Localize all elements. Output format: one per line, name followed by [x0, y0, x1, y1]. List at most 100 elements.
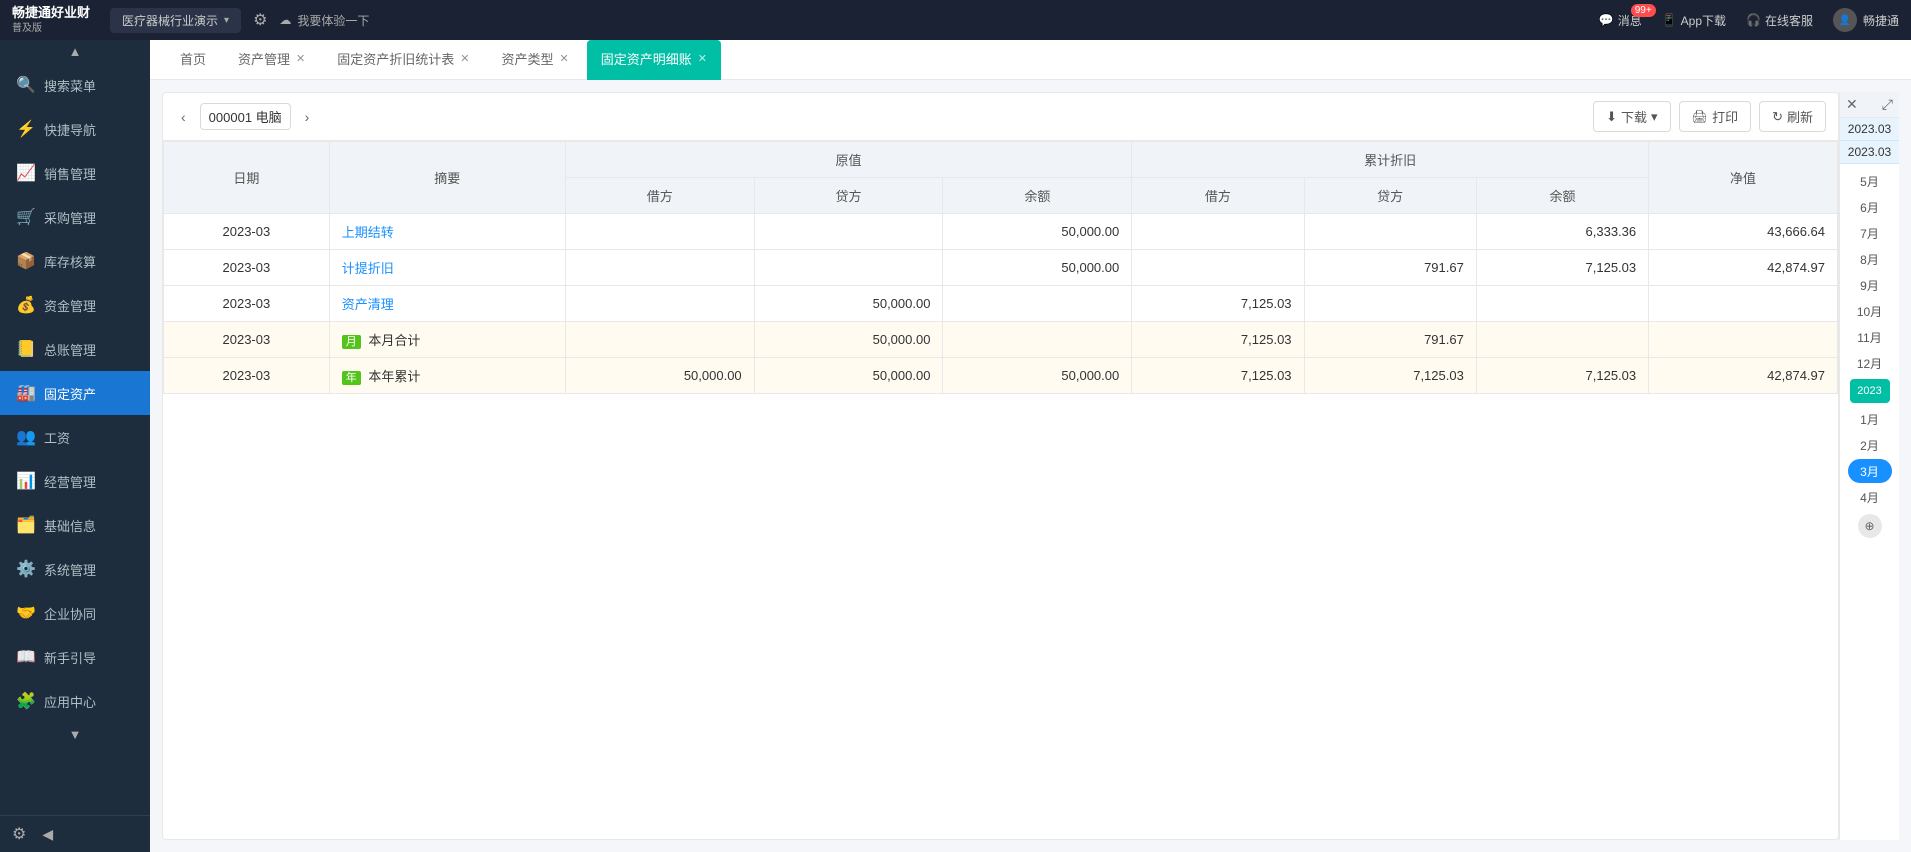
sidebar-item-quicknav[interactable]: ⚡ 快捷导航 [0, 107, 150, 151]
download-icon: ⬇ [1606, 109, 1617, 125]
refresh-btn[interactable]: ↻ 刷新 [1759, 101, 1826, 132]
tab-close-asset-type[interactable]: ✕ [560, 52, 569, 65]
bar-chart-icon: 📊 [16, 471, 36, 491]
col-accum-credit: 贷方 [1304, 178, 1476, 214]
month-11[interactable]: 11月 [1848, 325, 1892, 349]
month-12[interactable]: 12月 [1848, 351, 1892, 375]
user-info[interactable]: 👤 畅捷通 [1833, 8, 1899, 32]
chart-icon: 📈 [16, 163, 36, 183]
sidebar-item-ledger[interactable]: 📒 总账管理 [0, 327, 150, 371]
tab-home[interactable]: 首页 [166, 40, 220, 80]
month-9[interactable]: 9月 [1848, 273, 1892, 297]
experience-btn[interactable]: ☁ 我要体验一下 [279, 12, 369, 29]
year-2023-badge[interactable]: 2023 [1850, 379, 1890, 403]
refresh-icon: ↻ [1772, 109, 1783, 125]
tab-close-depreciation-stats[interactable]: ✕ [460, 52, 469, 65]
settings-icon[interactable]: ⚙ [253, 10, 267, 30]
sidebar-scroll-down[interactable]: ▼ [0, 723, 150, 746]
sidebar-item-search[interactable]: 🔍 搜索菜单 [0, 63, 150, 107]
message-badge: 99+ [1631, 4, 1656, 17]
cell-summary[interactable]: 资产清理 [329, 286, 565, 322]
month-8[interactable]: 8月 [1848, 247, 1892, 271]
cell-accum-credit [1304, 286, 1476, 322]
sidebar-collapse-btn[interactable]: ◀ [42, 826, 53, 843]
cell-net-value [1649, 286, 1838, 322]
print-btn[interactable]: 🖨 打印 [1679, 101, 1752, 132]
sidebar-item-purchase[interactable]: 🛒 采购管理 [0, 195, 150, 239]
data-table: 日期 摘要 原值 累计折旧 净值 借方 贷方 余额 借方 [163, 141, 1838, 839]
month-4[interactable]: 4月 [1848, 485, 1892, 509]
cell-accum-balance: 7,125.03 [1476, 250, 1648, 286]
sidebar-item-sales[interactable]: 📈 销售管理 [0, 151, 150, 195]
sidebar-item-system[interactable]: ⚙️ 系统管理 [0, 547, 150, 591]
sidebar-item-salary[interactable]: 👥 工资 [0, 415, 150, 459]
sidebar-item-apps[interactable]: 🧩 应用中心 [0, 679, 150, 723]
sidebar-item-fixed-assets[interactable]: 🏭 固定资产 [0, 371, 150, 415]
sidebar-item-enterprise[interactable]: 🤝 企业协同 [0, 591, 150, 635]
tab-close-asset-mgmt[interactable]: ✕ [296, 52, 305, 65]
sidebar-item-guide[interactable]: 📖 新手引导 [0, 635, 150, 679]
table-row: 2023-03 计提折旧 50,000.00 791.67 7,125.03 4… [164, 250, 1838, 286]
cell-summary-year-total: 年 本年累计 [329, 358, 565, 394]
cell-date: 2023-03 [164, 322, 330, 358]
cell-accum-debit: 7,125.03 [1132, 286, 1304, 322]
month-6[interactable]: 6月 [1848, 195, 1892, 219]
download-btn[interactable]: ⬇ 下载 ▾ [1593, 101, 1670, 132]
message-btn[interactable]: 💬 消息 99+ [1599, 12, 1642, 29]
ledger-icon: 📒 [16, 339, 36, 359]
lightning-icon: ⚡ [16, 119, 36, 139]
cell-accum-debit [1132, 250, 1304, 286]
cell-orig-debit [565, 250, 754, 286]
cell-net-value: 43,666.64 [1649, 214, 1838, 250]
avatar: 👤 [1833, 8, 1857, 32]
cell-orig-credit: 50,000.00 [754, 322, 943, 358]
cell-summary[interactable]: 计提折旧 [329, 250, 565, 286]
sidebar-scroll-up[interactable]: ▲ [0, 40, 150, 63]
topbar: 畅捷通好业财 普及版 医疗器械行业演示 ▾ ⚙ ☁ 我要体验一下 💬 消息 99… [0, 0, 1911, 40]
gear-icon: ⚙️ [16, 559, 36, 579]
logo: 畅捷通好业财 普及版 [12, 5, 90, 35]
prev-asset-btn[interactable]: ‹ [175, 107, 192, 127]
sidebar-item-inventory[interactable]: 📦 库存核算 [0, 239, 150, 283]
panel-expand-circle[interactable]: ⊕ [1858, 514, 1882, 538]
panel-close-btn[interactable]: ✕ [1846, 96, 1858, 113]
search-icon: 🔍 [16, 75, 36, 95]
sidebar-settings-btn[interactable]: ⚙ [12, 824, 26, 844]
company-selector[interactable]: 医疗器械行业演示 ▾ [110, 8, 241, 33]
cell-accum-balance: 6,333.36 [1476, 214, 1648, 250]
table-row: 2023-03 上期结转 50,000.00 6,333.36 43,666.6… [164, 214, 1838, 250]
next-asset-btn[interactable]: › [299, 107, 316, 127]
month-1[interactable]: 1月 [1848, 407, 1892, 431]
sidebar-item-basic-info[interactable]: 🗂️ 基础信息 [0, 503, 150, 547]
sidebar-item-operation[interactable]: 📊 经营管理 [0, 459, 150, 503]
year-badge: 年 [342, 371, 361, 385]
sidebar: ▲ 🔍 搜索菜单 ⚡ 快捷导航 📈 销售管理 🛒 采购管理 📦 库存核算 [0, 40, 150, 852]
tab-asset-type[interactable]: 资产类型 ✕ [487, 40, 582, 80]
month-3-active[interactable]: 3月 [1848, 459, 1892, 483]
cell-summary[interactable]: 上期结转 [329, 214, 565, 250]
cell-orig-debit [565, 322, 754, 358]
online-service-btn[interactable]: 🎧 在线客服 [1746, 12, 1813, 29]
tab-asset-mgmt[interactable]: 资产管理 ✕ [224, 40, 319, 80]
cell-net-value [1649, 322, 1838, 358]
month-5[interactable]: 5月 [1848, 169, 1892, 193]
col-date: 日期 [164, 142, 330, 214]
month-2[interactable]: 2月 [1848, 433, 1892, 457]
month-7[interactable]: 7月 [1848, 221, 1892, 245]
cell-orig-balance: 50,000.00 [943, 250, 1132, 286]
cell-accum-debit: 7,125.03 [1132, 322, 1304, 358]
app-download-btn[interactable]: 📱 App下载 [1662, 12, 1726, 29]
tab-close-asset-detail[interactable]: ✕ [698, 52, 707, 65]
printer-icon: 🖨 [1692, 109, 1709, 125]
tab-depreciation-stats[interactable]: 固定资产折旧统计表 ✕ [323, 40, 483, 80]
cell-accum-balance [1476, 322, 1648, 358]
money-icon: 💰 [16, 295, 36, 315]
panel-expand-btn[interactable]: ⤢ [1882, 96, 1893, 113]
tab-asset-detail[interactable]: 固定资产明细账 ✕ [587, 40, 721, 80]
apps-icon: 🧩 [16, 691, 36, 711]
col-original-value: 原值 [565, 142, 1131, 178]
month-10[interactable]: 10月 [1848, 299, 1892, 323]
dropdown-icon: ▾ [224, 15, 229, 26]
asset-code-display: 000001 电脑 [200, 103, 291, 130]
sidebar-item-finance[interactable]: 💰 资金管理 [0, 283, 150, 327]
